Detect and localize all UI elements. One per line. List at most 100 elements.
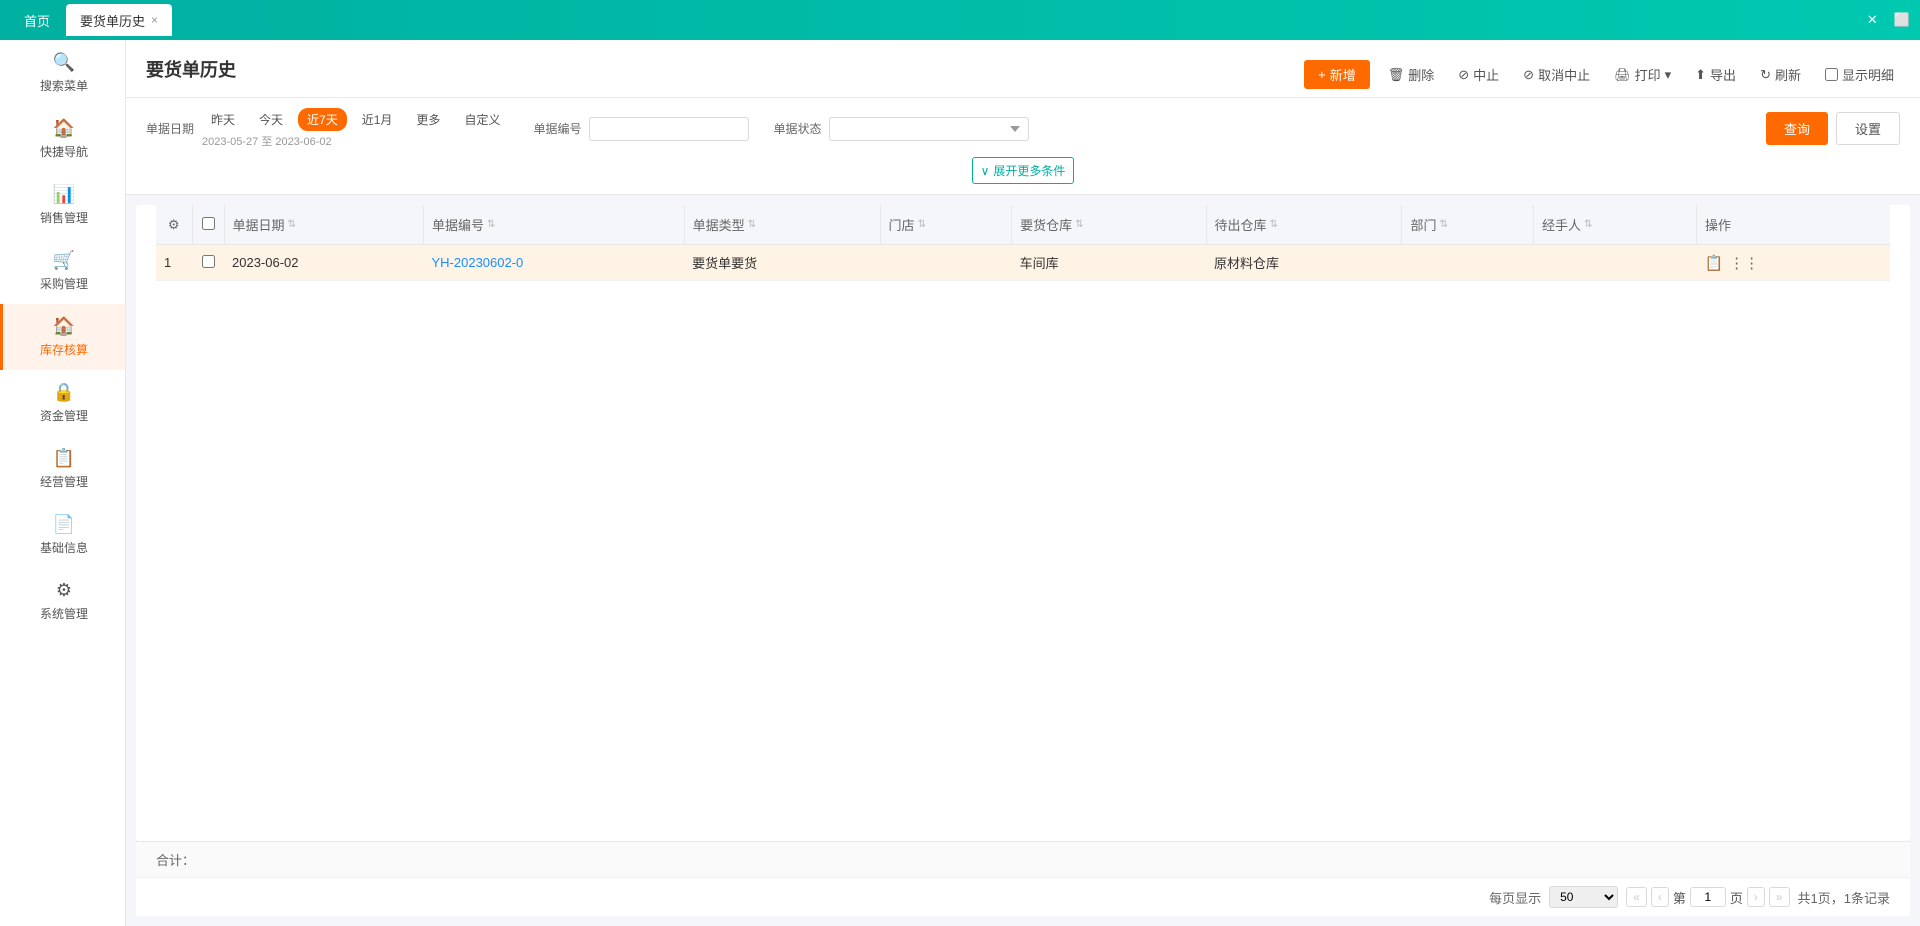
prev-page-btn[interactable]: ‹ <box>1651 887 1669 907</box>
chart-icon: 📊 <box>53 184 75 205</box>
page-size-label: 每页显示 <box>1489 888 1541 907</box>
month-btn[interactable]: 近1月 <box>353 108 402 131</box>
doc-no-filter-group: 单据编号 <box>533 117 749 141</box>
cancel-stop-button[interactable]: ⊘ 取消中止 <box>1517 61 1596 88</box>
stop-button[interactable]: ⊘ 中止 <box>1452 61 1505 88</box>
row-store <box>880 245 1012 281</box>
sort-req-warehouse-icon[interactable]: ⇅ <box>1075 219 1083 230</box>
page-header: 要货单历史 + 新增 🗑 删除 ⊘ 中止 ⊘ <box>126 40 1920 98</box>
week-btn[interactable]: 近7天 <box>298 108 347 131</box>
filter-actions: 查询 设置 <box>1766 112 1900 145</box>
sidebar-item-quick-nav-label: 快捷导航 <box>40 143 88 160</box>
row-ops-buttons: 📋 ⋮⋮ <box>1704 254 1882 272</box>
date-range-display: 2023-05-27 至 2023-06-02 <box>202 133 509 149</box>
page-title: 要货单历史 <box>146 56 236 82</box>
tab-home[interactable]: 首页 <box>10 4 64 36</box>
sort-doc-type-icon[interactable]: ⇅ <box>748 219 756 230</box>
doc-no-input[interactable] <box>589 117 749 141</box>
th-ops: 操作 <box>1696 205 1890 245</box>
table-area: ⚙ 单据日期⇅ 单据编号⇅ 单据类型⇅ <box>136 205 1910 841</box>
sort-doc-date-icon[interactable]: ⇅ <box>288 219 296 230</box>
page-input[interactable] <box>1690 887 1726 907</box>
print-arrow-icon: ▾ <box>1665 67 1672 83</box>
expand-more-btn[interactable]: ∨ 展开更多条件 <box>972 157 1075 184</box>
cancel-stop-icon: ⊘ <box>1523 67 1534 83</box>
table-gear-icon[interactable]: ⚙ <box>168 217 180 232</box>
next-page-btn[interactable]: › <box>1747 887 1765 907</box>
sidebar-item-purchase[interactable]: 🛒 采购管理 <box>0 238 125 304</box>
status-select[interactable] <box>829 117 1029 141</box>
settings-button[interactable]: 设置 <box>1836 112 1900 145</box>
row-more-icon[interactable]: ⋮⋮ <box>1729 254 1759 272</box>
first-page-btn[interactable]: « <box>1626 887 1647 907</box>
page-label: 第 <box>1673 888 1686 907</box>
row-pending-warehouse: 原材料仓库 <box>1206 245 1402 281</box>
doc-icon: 📄 <box>53 514 75 535</box>
sidebar-item-system-label: 系统管理 <box>40 605 88 622</box>
expand-label: 展开更多条件 <box>993 162 1065 179</box>
row-checkbox[interactable] <box>202 255 215 268</box>
content-area: 要货单历史 + 新增 🗑 删除 ⊘ 中止 ⊘ <box>126 40 1920 926</box>
more-btn[interactable]: 更多 <box>407 108 449 131</box>
sort-department-icon[interactable]: ⇅ <box>1439 219 1447 230</box>
table-row: 1 2023-06-02 YH-20230602-0 要货单要货 车间库 原材料… <box>156 245 1890 281</box>
doc-no-label: 单据编号 <box>533 120 581 137</box>
inventory-icon: 🏠 <box>53 316 75 337</box>
close-tab-icon[interactable]: × <box>151 13 158 27</box>
sort-doc-no-icon[interactable]: ⇅ <box>487 219 495 230</box>
sidebar-item-inventory[interactable]: 🏠 库存核算 <box>0 304 125 370</box>
total-info: 共1页，1条记录 <box>1798 888 1890 907</box>
sidebar-item-inventory-label: 库存核算 <box>40 341 88 358</box>
page-of-label: 页 <box>1730 888 1743 907</box>
tab-requisition-history[interactable]: 要货单历史 × <box>66 4 172 36</box>
row-doc-no-link[interactable]: YH-20230602-0 <box>431 255 523 270</box>
date-label: 单据日期 <box>146 120 194 137</box>
window-maximize-btn[interactable]: ⬜ <box>1894 12 1910 28</box>
query-button[interactable]: 查询 <box>1766 112 1828 145</box>
tab-home-label: 首页 <box>24 11 50 30</box>
data-table: ⚙ 单据日期⇅ 单据编号⇅ 单据类型⇅ <box>156 205 1890 281</box>
sidebar-item-basic-info[interactable]: 📄 基础信息 <box>0 502 125 568</box>
sort-pending-warehouse-icon[interactable]: ⇅ <box>1270 219 1278 230</box>
refresh-icon: ↻ <box>1760 67 1771 83</box>
window-close-btn[interactable]: ✕ <box>1867 12 1878 28</box>
sidebar-item-operations-label: 经营管理 <box>40 473 88 490</box>
sidebar-item-sales[interactable]: 📊 销售管理 <box>0 172 125 238</box>
sidebar-item-system[interactable]: ⚙ 系统管理 <box>0 568 125 634</box>
refresh-button[interactable]: ↻ 刷新 <box>1754 61 1807 88</box>
sidebar-item-search[interactable]: 🔍 搜索菜单 <box>0 40 125 106</box>
export-button[interactable]: ⬆ 导出 <box>1689 61 1742 88</box>
row-edit-icon[interactable]: 📋 <box>1704 254 1723 272</box>
th-doc-date: 单据日期⇅ <box>224 205 423 245</box>
export-icon: ⬆ <box>1695 67 1706 83</box>
top-bar-right: ✕ ⬜ <box>1867 12 1910 28</box>
th-department: 部门⇅ <box>1402 205 1534 245</box>
custom-btn[interactable]: 自定义 <box>455 108 509 131</box>
sidebar-item-finance-label: 资金管理 <box>40 407 88 424</box>
delete-button[interactable]: 🗑 删除 <box>1382 61 1441 88</box>
print-button[interactable]: 🖨 打印 ▾ <box>1608 61 1677 88</box>
new-button[interactable]: + 新增 <box>1304 60 1370 89</box>
sidebar-item-operations[interactable]: 📋 经营管理 <box>0 436 125 502</box>
date-filter-group: 单据日期 昨天 今天 近7天 近1月 更多 自定义 2023-05-27 至 2… <box>146 108 509 149</box>
sort-handler-icon[interactable]: ⇅ <box>1584 219 1592 230</box>
sort-store-icon[interactable]: ⇅ <box>918 219 926 230</box>
th-checkbox <box>192 205 224 245</box>
filter-area: 单据日期 昨天 今天 近7天 近1月 更多 自定义 2023-05-27 至 2… <box>126 98 1920 195</box>
sidebar-item-finance[interactable]: 🔒 资金管理 <box>0 370 125 436</box>
sidebar-item-quick-nav[interactable]: 🏠 快捷导航 <box>0 106 125 172</box>
select-all-checkbox[interactable] <box>202 217 215 230</box>
today-btn[interactable]: 今天 <box>250 108 292 131</box>
yesterday-btn[interactable]: 昨天 <box>202 108 244 131</box>
last-page-btn[interactable]: » <box>1769 887 1790 907</box>
th-pending-warehouse: 待出仓库⇅ <box>1206 205 1402 245</box>
show-detail-checkbox[interactable]: 显示明细 <box>1819 61 1900 88</box>
page-size-select[interactable]: 50 10 20 100 <box>1549 886 1618 908</box>
show-detail-input[interactable] <box>1825 68 1838 81</box>
page-nav: « ‹ 第 页 › » <box>1626 887 1789 907</box>
delete-icon: 🗑 <box>1388 67 1405 83</box>
status-label: 单据状态 <box>773 120 821 137</box>
plus-icon: + <box>1318 67 1326 82</box>
sidebar-item-sales-label: 销售管理 <box>40 209 88 226</box>
stop-icon: ⊘ <box>1458 67 1469 83</box>
